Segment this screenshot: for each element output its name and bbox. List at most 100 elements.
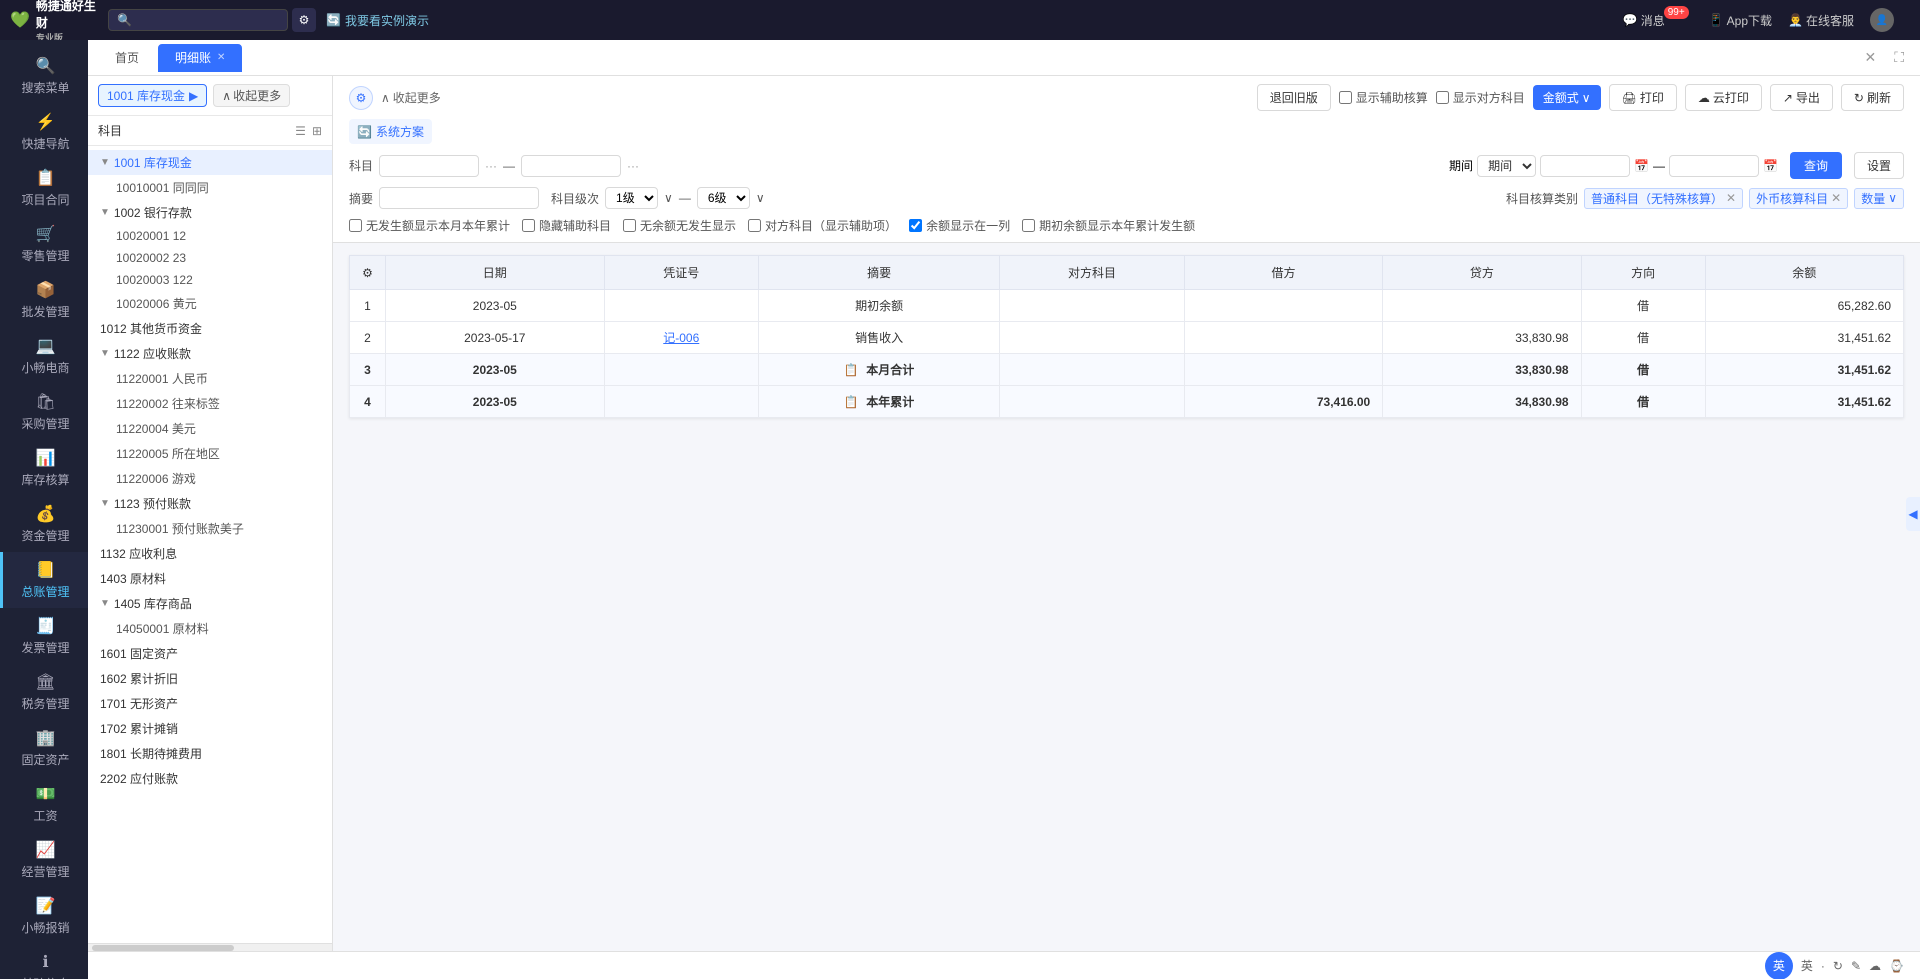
tree-item-10020003[interactable]: 10020003 122 <box>88 269 332 291</box>
checkbox-opposite-aux[interactable]: 对方科目（显示辅助项） <box>748 217 897 234</box>
print-btn[interactable]: 🖨 打印 <box>1609 84 1677 111</box>
cloud-print-btn[interactable]: ☁ 云打印 <box>1685 84 1762 111</box>
period-calendar-icon[interactable]: 📅 <box>1634 159 1649 173</box>
tree-item-11220004[interactable]: 11220004 美元 <box>88 416 332 441</box>
sidebar-item-wholesale[interactable]: 📦 批发管理 <box>0 272 88 328</box>
system-plan-btn[interactable]: 🔄 系统方案 <box>349 119 432 144</box>
format-btn[interactable]: 金额式 ∨ <box>1533 85 1601 110</box>
checkbox-hide-aux[interactable]: 隐藏辅助科目 <box>522 217 611 234</box>
tag-foreign[interactable]: 外币核算科目 ✕ <box>1749 188 1848 209</box>
tag-quantity[interactable]: 数量 ∨ <box>1854 188 1904 209</box>
collapse-btn[interactable]: ∧ 收起更多 <box>381 89 441 106</box>
sidebar-item-search[interactable]: 🔍 搜索菜单 <box>0 48 88 104</box>
sidebar-item-ecommerce[interactable]: 💻 小畅电商 <box>0 328 88 384</box>
show-opposite-checkbox[interactable]: 显示对方科目 <box>1436 89 1525 106</box>
sidebar-item-ledger[interactable]: 📒 总账管理 <box>0 552 88 608</box>
tree-item-10010001[interactable]: 10010001 同同同 <box>88 175 332 200</box>
sidebar-item-operations[interactable]: 📈 经营管理 <box>0 832 88 888</box>
checkbox-no-occur[interactable]: 无发生额显示本月本年累计 <box>349 217 510 234</box>
tree-item-1012[interactable]: 1012 其他货币资金 <box>88 316 332 341</box>
tree-item-1122[interactable]: ▼ 1122 应收账款 <box>88 341 332 366</box>
more-btn[interactable]: ∧ 收起更多 <box>213 84 290 107</box>
online-service-btn[interactable]: 👨‍💼 在线客服 <box>1788 12 1854 29</box>
user-avatar[interactable]: 👤 <box>1870 8 1894 32</box>
voucher-link[interactable]: 记-006 <box>663 331 699 345</box>
period-type-select[interactable]: 期间 <box>1477 155 1536 177</box>
period-end-input[interactable]: 2023-05 <box>1669 155 1759 177</box>
settings-gear-btn[interactable]: ⚙ <box>292 8 316 32</box>
tab-detail[interactable]: 明细账 ✕ <box>158 44 242 72</box>
checkbox-balance-one-input[interactable] <box>909 219 922 232</box>
tree-hscrollbar[interactable] <box>92 945 234 951</box>
tree-item-11230001[interactable]: 11230001 预付账款美子 <box>88 516 332 541</box>
sidebar-item-project[interactable]: 📋 项目合同 <box>0 160 88 216</box>
subject-input[interactable] <box>379 155 479 177</box>
query-scheme-icon-btn[interactable]: ⚙ <box>349 86 373 110</box>
tree-item-10020001[interactable]: 10020001 12 <box>88 225 332 247</box>
tab-home[interactable]: 首页 <box>98 44 156 72</box>
period-start-input[interactable]: 2023-05 <box>1540 155 1630 177</box>
refresh-btn[interactable]: ↻ 刷新 <box>1841 84 1904 111</box>
level-end-select[interactable]: 6级1级2级 <box>697 187 750 209</box>
tree-item-10020006[interactable]: 10020006 黄元 <box>88 291 332 316</box>
period-calendar-icon2[interactable]: 📅 <box>1763 159 1778 173</box>
tree-item-1123[interactable]: ▼ 1123 预付账款 <box>88 491 332 516</box>
tree-item-1002[interactable]: ▼ 1002 银行存款 <box>88 200 332 225</box>
tree-item-10020002[interactable]: 10020002 23 <box>88 247 332 269</box>
current-account-tag[interactable]: 1001 库存现金 ▶ <box>98 84 207 107</box>
show-aux-checkbox[interactable]: 显示辅助核算 <box>1339 89 1428 106</box>
checkbox-early-balance[interactable]: 期初余额显示本年累计发生额 <box>1022 217 1195 234</box>
bottom-icon-cloud[interactable]: ☁ <box>1869 959 1881 973</box>
show-aux-input[interactable] <box>1339 91 1352 104</box>
summary-input[interactable] <box>379 187 539 209</box>
bottom-icon-edit[interactable]: ✎ <box>1851 959 1861 973</box>
query-btn[interactable]: 查询 <box>1790 152 1842 179</box>
tree-item-1601[interactable]: 1601 固定资产 <box>88 641 332 666</box>
tree-item-11220006[interactable]: 11220006 游戏 <box>88 466 332 491</box>
tag-foreign-remove[interactable]: ✕ <box>1831 191 1841 205</box>
sidebar-item-fixed-assets[interactable]: 🏢 固定资产 <box>0 720 88 776</box>
checkbox-balance-one[interactable]: 余额显示在一列 <box>909 217 1010 234</box>
checkbox-hide-aux-input[interactable] <box>522 219 535 232</box>
bottom-icon-refresh[interactable]: ↻ <box>1833 959 1843 973</box>
app-download-btn[interactable]: 📱 App下载 <box>1709 12 1772 29</box>
sidebar-item-baseinfo[interactable]: ℹ 基础信息 <box>0 944 88 979</box>
sidebar-item-capital[interactable]: 💰 资金管理 <box>0 496 88 552</box>
sidebar-item-retail[interactable]: 🛒 零售管理 <box>0 216 88 272</box>
tab-close-all-btn[interactable]: ✕ <box>1858 49 1882 66</box>
tree-item-2202[interactable]: 2202 应付账款 <box>88 766 332 791</box>
search-input[interactable] <box>136 13 279 27</box>
tab-detail-close[interactable]: ✕ <box>217 52 225 63</box>
tree-item-1001[interactable]: ▼ 1001 库存现金 <box>88 150 332 175</box>
level-start-select[interactable]: 1级2级3级 <box>605 187 658 209</box>
demo-link[interactable]: 🔄 我要看实例演示 <box>326 12 429 29</box>
tree-item-1405[interactable]: ▼ 1405 库存商品 <box>88 591 332 616</box>
lang-btn[interactable]: 英 <box>1765 952 1793 979</box>
show-opposite-input[interactable] <box>1436 91 1449 104</box>
tree-expand-icon[interactable]: ⊞ <box>312 124 322 138</box>
settings-btn[interactable]: 设置 <box>1854 152 1904 179</box>
th-settings-icon[interactable]: ⚙ <box>362 266 373 280</box>
sidebar-item-salary[interactable]: 💵 工资 <box>0 776 88 832</box>
sidebar-item-tax[interactable]: 🏛 税务管理 <box>0 664 88 720</box>
tree-item-1403[interactable]: 1403 原材料 <box>88 566 332 591</box>
tab-expand-btn[interactable]: ⛶ <box>1888 49 1910 66</box>
tree-list-icon[interactable]: ☰ <box>295 124 306 138</box>
checkbox-early-balance-input[interactable] <box>1022 219 1035 232</box>
sidebar-item-purchase[interactable]: 🛍 采购管理 <box>0 384 88 440</box>
sidebar-item-invoice[interactable]: 🧾 发票管理 <box>0 608 88 664</box>
checkbox-no-balance-input[interactable] <box>623 219 636 232</box>
tree-item-11220002[interactable]: 11220002 往来标签 <box>88 391 332 416</box>
sidebar-item-minisales[interactable]: 📝 小畅报销 <box>0 888 88 944</box>
side-collapse-tab[interactable]: ◀ <box>1906 497 1920 531</box>
checkbox-opposite-aux-input[interactable] <box>748 219 761 232</box>
tag-normal-remove[interactable]: ✕ <box>1726 191 1736 205</box>
tree-item-1132[interactable]: 1132 应收利息 <box>88 541 332 566</box>
tree-item-14050001[interactable]: 14050001 原材料 <box>88 616 332 641</box>
search-box[interactable]: 🔍 <box>108 9 288 31</box>
subject-input-end[interactable] <box>521 155 621 177</box>
tree-item-11220001[interactable]: 11220001 人民币 <box>88 366 332 391</box>
tree-item-11220005[interactable]: 11220005 所在地区 <box>88 441 332 466</box>
export-btn[interactable]: ↗ 导出 <box>1770 84 1833 111</box>
tree-item-1702[interactable]: 1702 累计摊销 <box>88 716 332 741</box>
